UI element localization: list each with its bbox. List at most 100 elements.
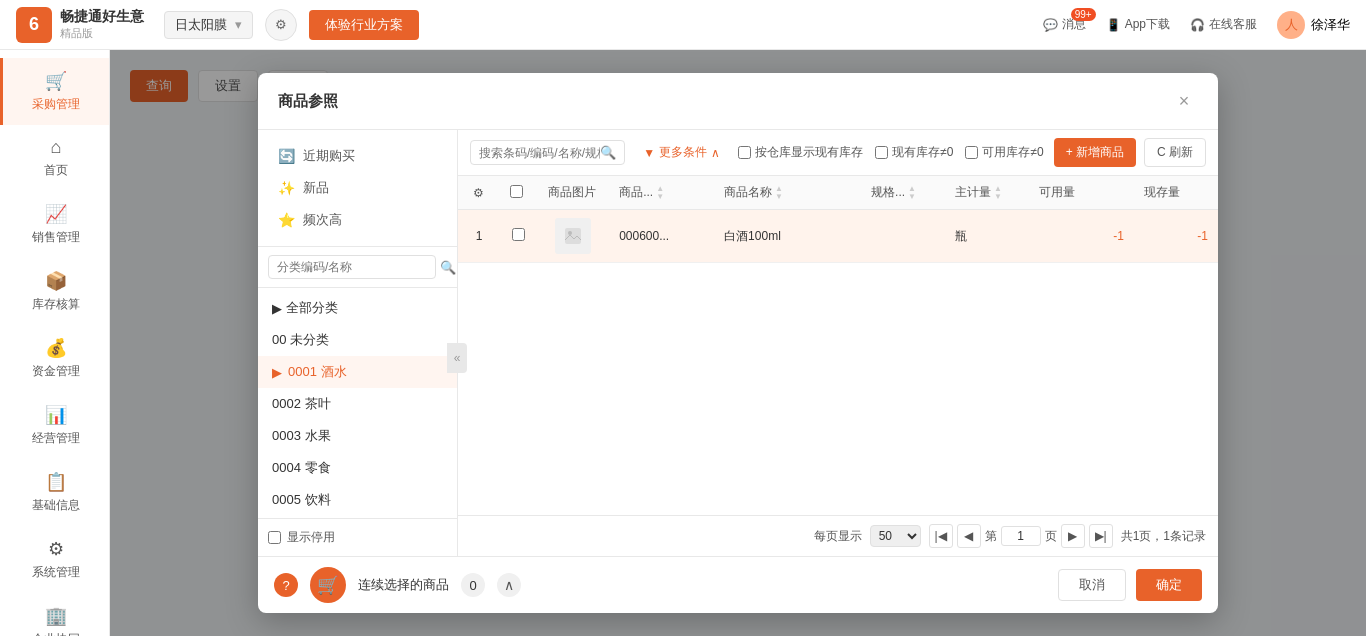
tab-recent-label: 近期购买 — [303, 147, 355, 165]
page-input[interactable] — [1001, 526, 1041, 546]
col-header-code[interactable]: 商品... ▲▼ — [609, 176, 714, 210]
help-icon-btn[interactable]: ? — [274, 573, 298, 597]
product-search-icon[interactable]: 🔍 — [600, 145, 616, 160]
footer-collapse-btn[interactable]: ∧ — [497, 573, 521, 597]
page-size-label: 每页显示 — [814, 528, 862, 545]
left-tabs: 🔄 近期购买 ✨ 新品 ⭐ 频次高 — [258, 130, 457, 247]
category-search-input[interactable] — [268, 255, 436, 279]
page-label: 第 — [985, 528, 997, 545]
page-size-select[interactable]: 50 20 100 — [870, 525, 921, 547]
logo-text: 畅捷通好生意 精品版 — [60, 8, 144, 41]
sidebar-item-basic[interactable]: 📋 基础信息 — [0, 459, 109, 526]
inventory-icon: 📦 — [45, 270, 67, 292]
dialog-close-button[interactable]: × — [1170, 87, 1198, 115]
category-0005-label: 0005 饮料 — [272, 491, 331, 509]
col-header-check — [500, 176, 538, 210]
add-product-button[interactable]: + 新增商品 — [1054, 138, 1136, 167]
trial-button[interactable]: 体验行业方案 — [309, 10, 419, 40]
online-service-btn[interactable]: 🎧 在线客服 — [1190, 16, 1257, 33]
row-code: 000600... — [609, 210, 714, 263]
category-0003[interactable]: 0003 水果 — [258, 420, 457, 452]
tab-recent[interactable]: 🔄 近期购买 — [268, 140, 447, 172]
frequent-icon: ⭐ — [278, 212, 295, 228]
sidebar-item-label-inventory: 库存核算 — [32, 296, 80, 313]
store-selector[interactable]: 日太阳膜 ▾ — [164, 11, 253, 39]
settings-col-icon[interactable]: ⚙ — [473, 186, 484, 200]
show-disabled-row: 显示停用 — [258, 518, 457, 556]
row-select-checkbox[interactable] — [512, 228, 525, 241]
product-table-area: ⚙ 商品图片 — [458, 176, 1218, 515]
first-page-btn[interactable]: |◀ — [929, 524, 953, 548]
navbar: 6 畅捷通好生意 精品版 日太阳膜 ▾ ⚙ 体验行业方案 💬 消息 99+ 📱 … — [0, 0, 1366, 50]
message-btn[interactable]: 💬 消息 99+ — [1043, 16, 1086, 33]
category-0002[interactable]: 0002 茶叶 — [258, 388, 457, 420]
category-all[interactable]: ▶ 全部分类 — [258, 292, 457, 324]
dialog-title: 商品参照 — [278, 92, 338, 111]
sidebar-item-sales[interactable]: 📈 销售管理 — [0, 191, 109, 258]
navbar-right: 💬 消息 99+ 📱 App下载 🎧 在线客服 人 徐泽华 — [1043, 11, 1350, 39]
warehouse-filter-text: 按仓库显示现有库存 — [755, 144, 863, 161]
available-ne0-checkbox[interactable] — [965, 146, 978, 159]
selected-label: 连续选择的商品 — [358, 576, 449, 594]
show-disabled-label: 显示停用 — [287, 529, 335, 546]
sidebar-item-enterprise[interactable]: 🏢 企业协同 — [0, 593, 109, 636]
prev-page-btn[interactable]: ◀ — [957, 524, 981, 548]
confirm-button[interactable]: 确定 — [1136, 569, 1202, 601]
app-download-btn[interactable]: 📱 App下载 — [1106, 16, 1170, 33]
category-0001[interactable]: ▶ 0001 酒水 — [258, 356, 457, 388]
all-expand-arrow-icon: ▶ — [272, 301, 282, 316]
pagination-bar: 每页显示 50 20 100 |◀ ◀ 第 页 — [458, 515, 1218, 556]
footer-right: 取消 确定 — [1058, 569, 1202, 601]
recent-icon: 🔄 — [278, 148, 295, 164]
category-search-icon[interactable]: 🔍 — [440, 260, 456, 275]
sidebar-item-system[interactable]: ⚙ 系统管理 — [0, 526, 109, 593]
brand-name: 畅捷通好生意 — [60, 8, 144, 26]
user-info[interactable]: 人 徐泽华 — [1277, 11, 1350, 39]
refresh-button[interactable]: C 刷新 — [1144, 138, 1206, 167]
category-0005[interactable]: 0005 饮料 — [258, 484, 457, 516]
sidebar-item-finance[interactable]: 💰 资金管理 — [0, 325, 109, 392]
system-icon: ⚙ — [48, 538, 64, 560]
stock-ne0-checkbox[interactable] — [875, 146, 888, 159]
category-0004[interactable]: 0004 零食 — [258, 452, 457, 484]
warehouse-filter-label[interactable]: 按仓库显示现有库存 — [738, 144, 863, 161]
row-unit: 瓶 — [945, 210, 1029, 263]
sidebar-item-operations[interactable]: 📊 经营管理 — [0, 392, 109, 459]
select-all-checkbox[interactable] — [510, 185, 523, 198]
category-all-label: 全部分类 — [286, 299, 338, 317]
settings-icon[interactable]: ⚙ — [265, 9, 297, 41]
tab-frequent[interactable]: ⭐ 频次高 — [268, 204, 447, 236]
sidebar-item-home[interactable]: ⌂ 首页 — [0, 125, 109, 191]
table-row[interactable]: 1 — [458, 210, 1218, 263]
available-ne0-label[interactable]: 可用库存≠0 — [965, 144, 1043, 161]
stock-ne0-label[interactable]: 现有库存≠0 — [875, 144, 953, 161]
tab-new[interactable]: ✨ 新品 — [268, 172, 447, 204]
store-name: 日太阳膜 — [175, 16, 227, 34]
warehouse-filter-checkbox[interactable] — [738, 146, 751, 159]
dialog-footer: ? 🛒 连续选择的商品 0 ∧ 取消 确定 — [258, 556, 1218, 613]
product-image — [555, 218, 591, 254]
category-search-row: 🔍 — [258, 247, 457, 288]
svg-rect-0 — [565, 228, 581, 244]
next-page-btn[interactable]: ▶ — [1061, 524, 1085, 548]
sidebar-item-inventory[interactable]: 📦 库存核算 — [0, 258, 109, 325]
col-header-spec[interactable]: 规格... ▲▼ — [861, 176, 945, 210]
show-disabled-checkbox[interactable] — [268, 531, 281, 544]
edition-label: 精品版 — [60, 26, 144, 41]
selected-count: 0 — [461, 573, 485, 597]
cart-icon-btn[interactable]: 🛒 — [310, 567, 346, 603]
finance-icon: 💰 — [45, 337, 67, 359]
col-header-unit[interactable]: 主计量 ▲▼ — [945, 176, 1029, 210]
col-header-name[interactable]: 商品名称 ▲▼ — [714, 176, 861, 210]
category-00[interactable]: 00 未分类 — [258, 324, 457, 356]
content-area: 查询 设置 刷新 商品参照 × — [110, 50, 1366, 636]
product-search-input[interactable] — [479, 146, 600, 160]
product-reference-dialog: 商品参照 × 🔄 近期购买 ✨ 新 — [258, 73, 1218, 613]
row-checkbox-cell — [500, 210, 538, 263]
left-panel: 🔄 近期购买 ✨ 新品 ⭐ 频次高 — [258, 130, 458, 556]
sidebar-item-purchase[interactable]: 🛒 采购管理 — [0, 58, 109, 125]
last-page-btn[interactable]: ▶| — [1089, 524, 1113, 548]
filter-arrow-icon: ∧ — [711, 146, 720, 160]
more-filter-btn[interactable]: ▼ 更多条件 ∧ — [635, 140, 728, 165]
cancel-button[interactable]: 取消 — [1058, 569, 1126, 601]
